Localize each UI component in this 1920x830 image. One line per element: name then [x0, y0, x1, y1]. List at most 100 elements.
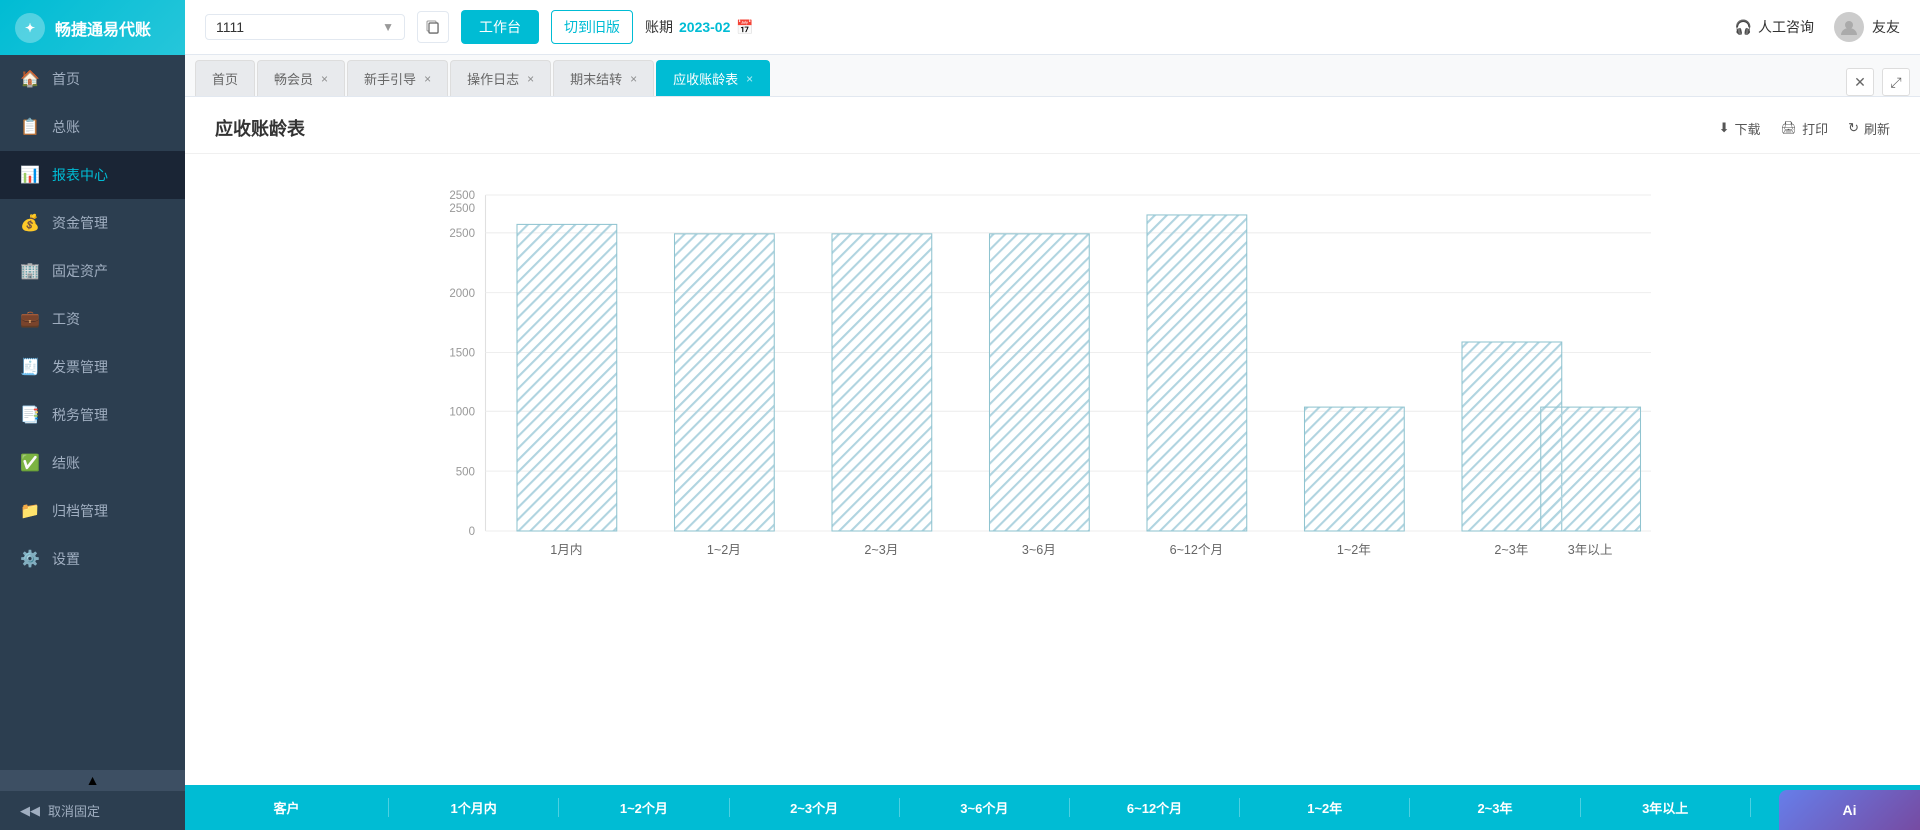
svg-text:0: 0: [469, 526, 475, 538]
sidebar-item-invoice[interactable]: 🧾 发票管理: [0, 343, 185, 391]
period-display: 账期 2023-02 📅: [645, 17, 754, 37]
sidebar-item-assets[interactable]: 🏢 固定资产: [0, 247, 185, 295]
main-area: 1111 ▼ 工作台 切到旧版 账期 2023-02 📅 🎧 人工咨询: [185, 0, 1920, 830]
tab-close-oplog[interactable]: ×: [527, 72, 534, 86]
tab-home[interactable]: 首页: [195, 60, 255, 96]
sidebar-label-settlement: 结账: [52, 453, 80, 473]
app-name: 畅捷通易代账: [55, 16, 151, 40]
tab-close-ar_aging[interactable]: ×: [746, 72, 753, 86]
page-actions: ⬇ 下载 🖨 打印 ↻ 刷新: [1719, 119, 1890, 138]
workbench-button[interactable]: 工作台: [461, 10, 539, 44]
svg-text:1~2月: 1~2月: [707, 543, 741, 557]
sidebar: ✦ 畅捷通易代账 🏠 首页 📋 总账 📊 报表中心 💰 资金管理 🏢 固定资产 …: [0, 0, 185, 830]
chart-container: 0 500 1000 1500 2000 2500 2500 2500: [215, 174, 1890, 594]
sidebar-icon-invoice: 🧾: [20, 357, 40, 377]
sidebar-icon-funds: 💰: [20, 213, 40, 233]
table-header-col-7: 2~3年: [1410, 798, 1580, 817]
maximize-button[interactable]: ⤢: [1882, 68, 1910, 96]
refresh-button[interactable]: ↻ 刷新: [1848, 119, 1890, 138]
table-header: 客户1个月内1~2个月2~3个月3~6个月6~12个月1~2年2~3年3年以上合…: [185, 785, 1920, 830]
tab-oplog[interactable]: 操作日志 ×: [450, 60, 551, 96]
consult-button[interactable]: 🎧 人工咨询: [1735, 17, 1814, 37]
sidebar-label-ledger: 总账: [52, 117, 80, 137]
tab-close-period_end[interactable]: ×: [630, 72, 637, 86]
consult-label: 人工咨询: [1758, 17, 1814, 37]
svg-text:2~3年: 2~3年: [1494, 543, 1528, 557]
svg-text:1~2年: 1~2年: [1337, 543, 1371, 557]
sidebar-item-settlement[interactable]: ✅ 结账: [0, 439, 185, 487]
copy-button[interactable]: [417, 11, 449, 43]
sidebar-icon-home: 🏠: [20, 69, 40, 89]
content-area: 应收账龄表 ⬇ 下载 🖨 打印 ↻ 刷新: [185, 97, 1920, 785]
tab-period_end[interactable]: 期末结转×: [553, 60, 654, 96]
sidebar-label-settings: 设置: [52, 549, 80, 569]
company-dropdown-icon: ▼: [382, 20, 394, 34]
sidebar-item-home[interactable]: 🏠 首页: [0, 55, 185, 103]
tab-close-guide[interactable]: ×: [424, 72, 431, 86]
tab-close-member[interactable]: ×: [321, 72, 328, 86]
close-tab-button[interactable]: ✕: [1846, 68, 1874, 96]
cancel-fixed-btn[interactable]: ◀◀ 取消固定: [0, 790, 185, 830]
print-button[interactable]: 🖨 打印: [1781, 119, 1829, 138]
table-header-col-3: 2~3个月: [730, 798, 900, 817]
tab-ar_aging[interactable]: 应收账龄表 ×: [656, 60, 770, 96]
sidebar-nav: 🏠 首页 📋 总账 📊 报表中心 💰 资金管理 🏢 固定资产 💼 工资 🧾 发票…: [0, 55, 185, 770]
chart-area: 0 500 1000 1500 2000 2500 2500 2500: [185, 154, 1920, 785]
ai-label: Ai: [1843, 802, 1857, 818]
svg-text:2500: 2500: [449, 203, 475, 215]
sidebar-icon-salary: 💼: [20, 309, 40, 329]
sidebar-logo: ✦ 畅捷通易代账: [0, 0, 185, 55]
user-name: 友友: [1872, 17, 1900, 37]
sidebar-icon-settlement: ✅: [20, 453, 40, 473]
sidebar-label-funds: 资金管理: [52, 213, 108, 233]
print-icon: 🖨: [1781, 120, 1798, 136]
refresh-icon: ↻: [1848, 120, 1859, 136]
tab-member[interactable]: 畅会员×: [257, 60, 345, 96]
table-header-col-6: 1~2年: [1240, 798, 1410, 817]
topbar-right: 🎧 人工咨询 友友: [1735, 12, 1900, 42]
sidebar-label-tax: 税务管理: [52, 405, 108, 425]
calendar-icon[interactable]: 📅: [736, 19, 753, 36]
sidebar-scroll-up[interactable]: ▲: [0, 770, 185, 790]
period-value: 2023-02: [679, 19, 730, 35]
tab-label-home: 首页: [212, 69, 238, 88]
print-label: 打印: [1802, 119, 1828, 138]
svg-text:2000: 2000: [449, 288, 475, 300]
table-header-col-1: 1个月内: [389, 798, 559, 817]
topbar: 1111 ▼ 工作台 切到旧版 账期 2023-02 📅 🎧 人工咨询: [185, 0, 1920, 55]
svg-text:3~6月: 3~6月: [1022, 543, 1056, 557]
sidebar-label-home: 首页: [52, 69, 80, 89]
sidebar-icon-ledger: 📋: [20, 117, 40, 137]
user-menu[interactable]: 友友: [1834, 12, 1900, 42]
sidebar-item-reports[interactable]: 📊 报表中心: [0, 151, 185, 199]
period-label: 账期: [645, 17, 673, 37]
ai-badge[interactable]: Ai: [1779, 790, 1920, 830]
sidebar-item-archive[interactable]: 📁 归档管理: [0, 487, 185, 535]
sidebar-item-settings[interactable]: ⚙️ 设置: [0, 535, 185, 583]
page-header: 应收账龄表 ⬇ 下载 🖨 打印 ↻ 刷新: [185, 97, 1920, 154]
bar-chart: 0 500 1000 1500 2000 2500 2500 2500: [215, 174, 1890, 594]
download-label: 下载: [1735, 119, 1761, 138]
switch-version-button[interactable]: 切到旧版: [551, 10, 633, 44]
tab-label-ar_aging: 应收账龄表: [673, 69, 738, 88]
table-header-col-5: 6~12个月: [1070, 798, 1240, 817]
svg-text:1月内: 1月内: [550, 543, 582, 557]
download-icon: ⬇: [1719, 120, 1730, 136]
company-selector[interactable]: 1111 ▼: [205, 14, 405, 40]
headphone-icon: 🎧: [1735, 19, 1752, 36]
avatar: [1834, 12, 1864, 42]
svg-text:500: 500: [456, 466, 475, 478]
sidebar-item-salary[interactable]: 💼 工资: [0, 295, 185, 343]
sidebar-item-ledger[interactable]: 📋 总账: [0, 103, 185, 151]
tab-guide[interactable]: 新手引导×: [347, 60, 448, 96]
svg-text:2500: 2500: [449, 228, 475, 240]
svg-text:3年以上: 3年以上: [1568, 543, 1613, 557]
download-button[interactable]: ⬇ 下载: [1719, 119, 1761, 138]
sidebar-item-tax[interactable]: 📑 税务管理: [0, 391, 185, 439]
tab-label-oplog: 操作日志: [467, 69, 519, 88]
page-title: 应收账龄表: [215, 115, 305, 141]
company-name: 1111: [216, 19, 374, 35]
svg-text:1000: 1000: [449, 407, 475, 419]
sidebar-item-funds[interactable]: 💰 资金管理: [0, 199, 185, 247]
table-header-col-0: 客户: [185, 798, 389, 817]
